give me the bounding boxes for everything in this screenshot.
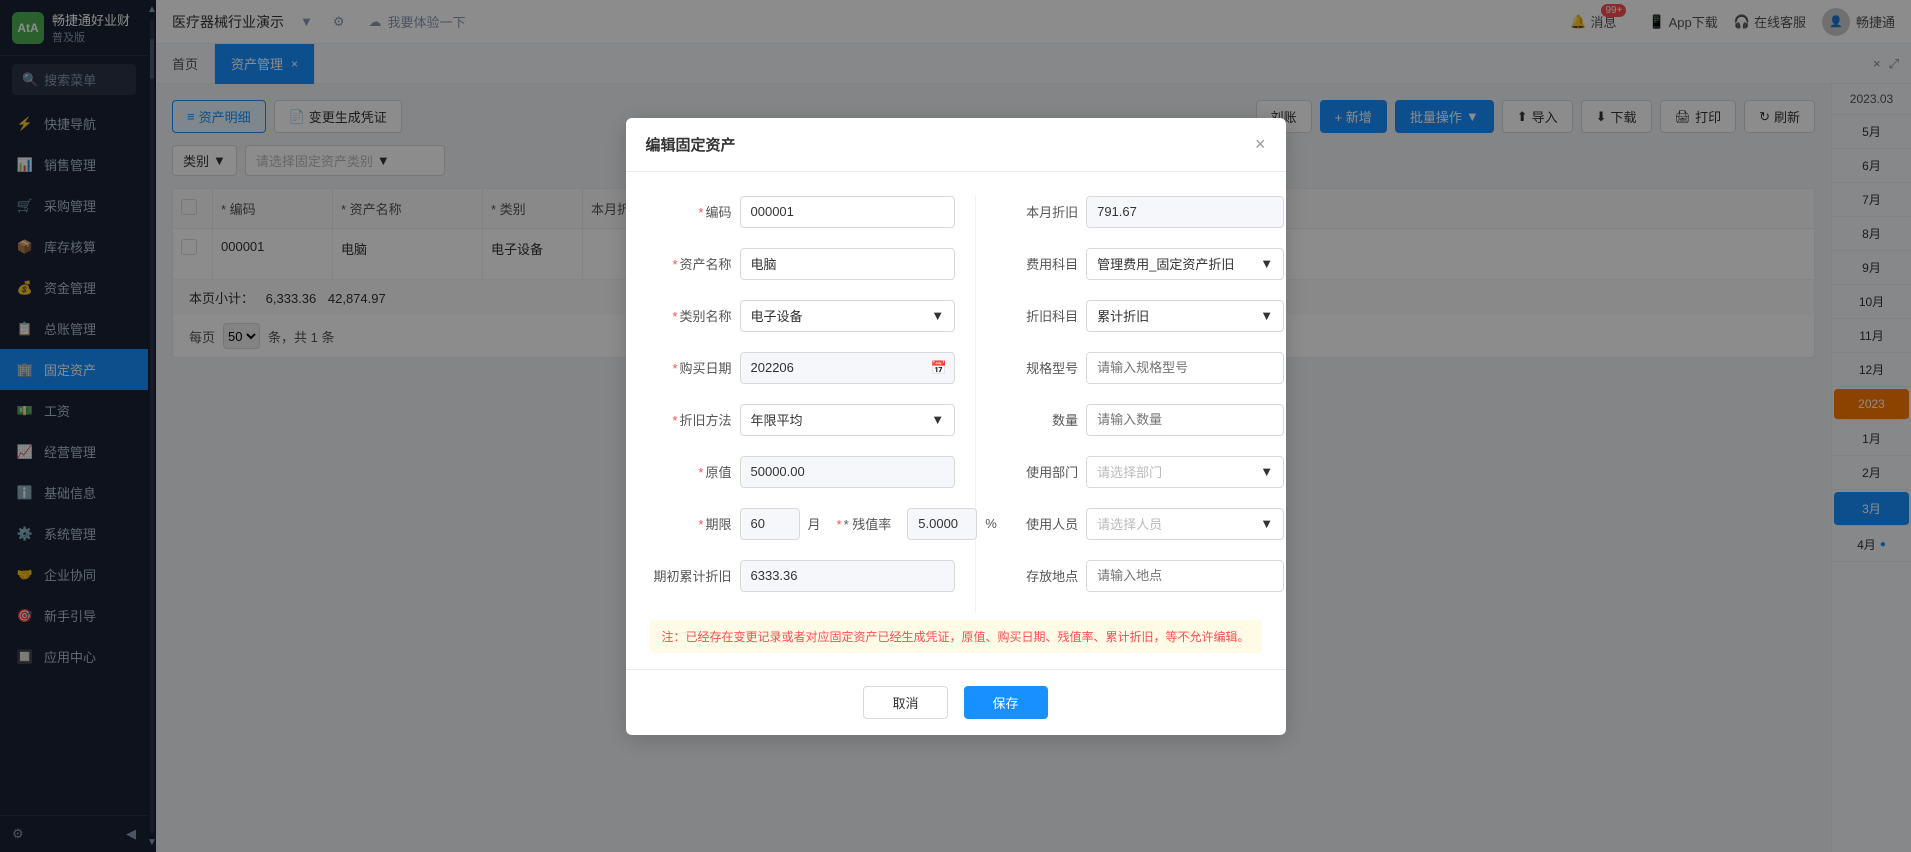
- form-row-monthly-dep: 本月折旧: [996, 196, 1284, 228]
- period-label: 期限: [650, 514, 740, 533]
- form-row-period: 期限 月 * 残值率 %: [650, 508, 956, 540]
- dep-method-value: 年限平均: [751, 410, 803, 429]
- modal-note: 注：已经存在变更记录或者对应固定资产已经生成凭证，原值、购买日期、残值率、累计折…: [662, 630, 1250, 644]
- expense-account-value: 管理费用_固定资产折旧: [1097, 254, 1234, 273]
- code-input[interactable]: [740, 196, 956, 228]
- original-value-label: 原值: [650, 462, 740, 481]
- form-row-category: 类别名称 电子设备 ▼: [650, 300, 956, 332]
- asset-name-label: 资产名称: [650, 254, 740, 273]
- calendar-icon: 📅: [931, 360, 947, 376]
- dept-placeholder: 请选择部门: [1097, 462, 1162, 481]
- monthly-dep-input: [1086, 196, 1284, 228]
- dept-label: 使用部门: [996, 462, 1086, 481]
- dep-method-label: 折旧方法: [650, 410, 740, 429]
- form-row-location: 存放地点: [996, 560, 1284, 592]
- form-row-expense-account: 费用科目 管理费用_固定资产折旧 ▼: [996, 248, 1284, 280]
- spec-input[interactable]: [1086, 352, 1284, 384]
- modal-note-section: 注：已经存在变更记录或者对应固定资产已经生成凭证，原值、购买日期、残值率、累计折…: [650, 620, 1262, 653]
- expense-account-select[interactable]: 管理费用_固定资产折旧 ▼: [1086, 248, 1284, 280]
- location-label: 存放地点: [996, 566, 1086, 585]
- category-label: 类别名称: [650, 306, 740, 325]
- residual-rate-input[interactable]: [907, 508, 977, 540]
- expense-account-label: 费用科目: [996, 254, 1086, 273]
- monthly-dep-label: 本月折旧: [996, 202, 1086, 221]
- form-row-original-value: 原值: [650, 456, 956, 488]
- modal-header: 编辑固定资产 ×: [626, 118, 1286, 172]
- dept-select[interactable]: 请选择部门 ▼: [1086, 456, 1284, 488]
- person-arrow: ▼: [1260, 516, 1273, 531]
- form-row-purchase-date: 购买日期 📅: [650, 352, 956, 384]
- dep-account-value: 累计折旧: [1097, 306, 1149, 325]
- form-row-quantity: 数量: [996, 404, 1284, 436]
- spec-label: 规格型号: [996, 358, 1086, 377]
- modal-close-button[interactable]: ×: [1255, 134, 1266, 155]
- form-row-dept: 使用部门 请选择部门 ▼: [996, 456, 1284, 488]
- form-row-initial-dep: 期初累计折旧: [650, 560, 956, 592]
- dep-account-arrow: ▼: [1260, 308, 1273, 323]
- quantity-label: 数量: [996, 410, 1086, 429]
- dept-arrow: ▼: [1260, 464, 1273, 479]
- modal-overlay: 编辑固定资产 × 编码 资产名称 类别名称: [0, 0, 1911, 852]
- initial-dep-input[interactable]: [740, 560, 956, 592]
- modal-body: 编码 资产名称 类别名称 电子设备 ▼: [626, 172, 1286, 669]
- purchase-date-label: 购买日期: [650, 358, 740, 377]
- person-placeholder: 请选择人员: [1097, 514, 1162, 533]
- expense-account-arrow: ▼: [1260, 256, 1273, 271]
- category-dropdown-icon: ▼: [931, 308, 944, 323]
- person-select[interactable]: 请选择人员 ▼: [1086, 508, 1284, 540]
- original-value-input[interactable]: [740, 456, 956, 488]
- form-row-asset-name: 资产名称: [650, 248, 956, 280]
- form-row-dep-method: 折旧方法 年限平均 ▼: [650, 404, 956, 436]
- initial-dep-label: 期初累计折旧: [650, 566, 740, 585]
- form-row-dep-account: 折旧科目 累计折旧 ▼: [996, 300, 1284, 332]
- modal-grid: 编码 资产名称 类别名称 电子设备 ▼: [650, 196, 1262, 612]
- cancel-button[interactable]: 取消: [863, 686, 947, 719]
- category-select-value: 电子设备: [751, 306, 803, 325]
- person-label: 使用人员: [996, 514, 1086, 533]
- form-row-person: 使用人员 请选择人员 ▼: [996, 508, 1284, 540]
- quantity-input[interactable]: [1086, 404, 1284, 436]
- modal-left-col: 编码 资产名称 类别名称 电子设备 ▼: [650, 196, 977, 612]
- location-input[interactable]: [1086, 560, 1284, 592]
- save-button[interactable]: 保存: [964, 686, 1048, 719]
- form-row-spec: 规格型号: [996, 352, 1284, 384]
- edit-asset-modal: 编辑固定资产 × 编码 资产名称 类别名称: [626, 118, 1286, 735]
- modal-right-col: 本月折旧 费用科目 管理费用_固定资产折旧 ▼ 折旧科目 累计折旧: [976, 196, 1284, 612]
- purchase-date-input[interactable]: [740, 352, 956, 384]
- period-unit: 月: [808, 514, 821, 533]
- category-select[interactable]: 电子设备 ▼: [740, 300, 956, 332]
- code-label: 编码: [650, 202, 740, 221]
- dep-account-label: 折旧科目: [996, 306, 1086, 325]
- form-row-code: 编码: [650, 196, 956, 228]
- modal-title: 编辑固定资产: [646, 134, 736, 155]
- dep-method-select[interactable]: 年限平均 ▼: [740, 404, 956, 436]
- residual-rate-label: * 残值率: [829, 514, 900, 533]
- modal-footer: 取消 保存: [626, 669, 1286, 735]
- period-group: 月 * 残值率 %: [740, 508, 956, 540]
- dep-method-dropdown-icon: ▼: [931, 412, 944, 427]
- period-input[interactable]: [740, 508, 800, 540]
- asset-name-input[interactable]: [740, 248, 956, 280]
- dep-account-select[interactable]: 累计折旧 ▼: [1086, 300, 1284, 332]
